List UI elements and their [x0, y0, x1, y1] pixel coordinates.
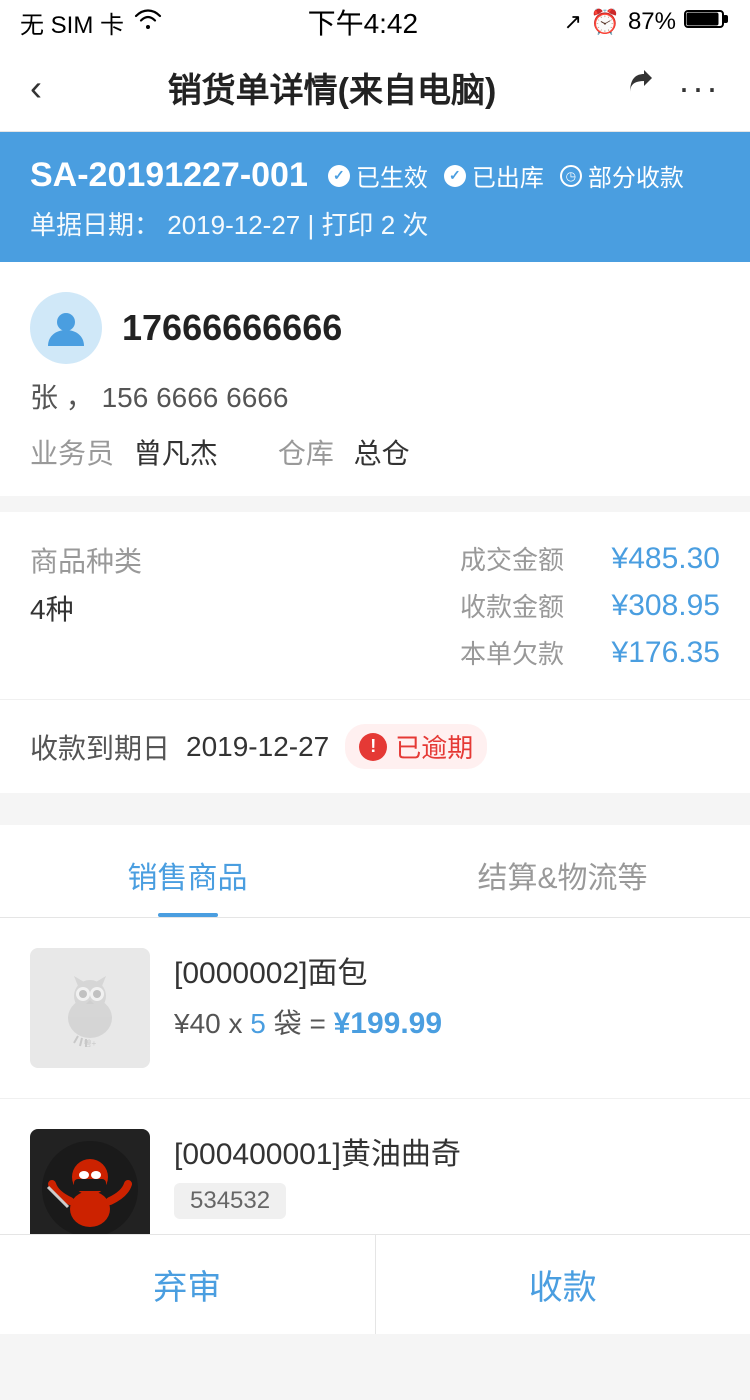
status-badges: ✓ 已生效 ✓ 已出库 ◷ 部分收款: [328, 158, 684, 193]
battery-icon: [684, 8, 730, 37]
nav-right-actions: ···: [622, 67, 720, 109]
product-type-count: 4种: [30, 588, 142, 628]
outbound-check-icon: ✓: [444, 165, 466, 187]
product-sku-badge-2: 534532: [174, 1183, 286, 1219]
svg-text:兽+: 兽+: [84, 1038, 97, 1048]
status-bar: 无 SIM 卡 下午4:42 ↗ ⏰ 87%: [0, 0, 750, 44]
due-date-label: 收款到期日: [30, 727, 170, 767]
summary-left: 商品种类 4种: [30, 540, 142, 628]
partial-payment-badge: ◷ 部分收款: [560, 158, 684, 193]
print-unit-label: 次: [402, 210, 428, 240]
summary-section: 商品种类 4种 成交金额 ¥485.30 收款金额 ¥308.95 本单欠款 ¥…: [0, 512, 750, 699]
product-total-1: ¥199.99: [334, 1007, 442, 1040]
effective-label: 已生效: [356, 158, 428, 193]
summary-right: 成交金额 ¥485.30 收款金额 ¥308.95 本单欠款 ¥176.35: [460, 540, 720, 671]
battery-label: 87%: [628, 8, 676, 36]
tabs-row: 销售商品 结算&物流等: [0, 825, 750, 917]
share-icon[interactable]: [622, 68, 654, 108]
product-qty-1: 5: [250, 1008, 266, 1039]
cancel-audit-button[interactable]: 弃审: [0, 1235, 376, 1334]
overdue-icon: !: [359, 733, 387, 761]
order-date-row: 单据日期： 2019-12-27 | 打印 2 次: [30, 205, 720, 242]
deal-amount-label: 成交金额: [460, 540, 564, 577]
received-amount-label: 收款金额: [460, 587, 564, 624]
partial-payment-clock-icon: ◷: [560, 165, 582, 187]
list-item: 兽+ [0000002]面包 ¥40 x 5 袋 = ¥199.99: [0, 918, 750, 1099]
overdue-badge: ! 已逾期: [345, 724, 487, 769]
outbound-label: 已出库: [472, 158, 544, 193]
effective-badge: ✓ 已生效: [328, 158, 428, 193]
order-id: SA-20191227-001: [30, 156, 308, 195]
more-icon[interactable]: ···: [678, 67, 720, 109]
salesman-value: 曾凡杰: [134, 438, 218, 469]
date-label: 单据日期：: [30, 210, 160, 240]
owed-amount-row: 本单欠款 ¥176.35: [460, 634, 720, 671]
salesman-label: 业务员: [30, 438, 114, 469]
status-time: 下午4:42: [308, 2, 419, 42]
deal-amount-row: 成交金额 ¥485.30: [460, 540, 720, 577]
print-count-value: 2: [381, 210, 395, 240]
carrier-label: 无 SIM 卡: [20, 5, 124, 40]
bottom-bar: 弃审 收款: [0, 1234, 750, 1334]
owed-amount-value: ¥176.35: [580, 636, 720, 670]
product-info-1: [0000002]面包 ¥40 x 5 袋 = ¥199.99: [174, 948, 720, 1042]
product-name-2: [000400001]黄油曲奇: [174, 1129, 720, 1173]
nav-bar: ‹ 销货单详情(来自电脑) ···: [0, 44, 750, 132]
product-thumbnail-2: [30, 1129, 150, 1249]
warehouse-label: 仓库: [278, 438, 334, 469]
order-date: 2019-12-27: [167, 210, 300, 240]
tab-sales-products[interactable]: 销售商品: [0, 825, 375, 917]
divider-2: [0, 793, 750, 809]
tab-settlement-logistics[interactable]: 结算&物流等: [375, 825, 750, 917]
print-label: 打印: [321, 210, 373, 240]
received-amount-row: 收款金额 ¥308.95: [460, 587, 720, 624]
customer-row: 17666666666: [30, 292, 720, 364]
divider-1: [0, 496, 750, 512]
alarm-icon: ⏰: [590, 8, 620, 37]
warehouse-value: 总仓: [354, 438, 410, 469]
customer-phone: 张 ， 156 6666 6666: [30, 376, 720, 416]
location-icon: ↗: [564, 9, 582, 35]
status-right: ↗ ⏰ 87%: [564, 8, 730, 37]
due-date-section: 收款到期日 2019-12-27 ! 已逾期: [0, 699, 750, 793]
page-title: 销货单详情(来自电脑): [168, 63, 497, 112]
customer-section: 17666666666 张 ， 156 6666 6666 业务员 曾凡杰 仓库…: [0, 262, 750, 496]
product-name-1: [0000002]面包: [174, 948, 720, 992]
outbound-badge: ✓ 已出库: [444, 158, 544, 193]
warehouse-info: 仓库 总仓: [278, 432, 410, 472]
wifi-icon: [134, 8, 162, 36]
owed-amount-label: 本单欠款: [460, 634, 564, 671]
customer-id: 17666666666: [122, 307, 342, 349]
partial-payment-label: 部分收款: [588, 158, 684, 193]
effective-check-icon: ✓: [328, 165, 350, 187]
print-separator: |: [307, 210, 321, 240]
due-date-value: 2019-12-27: [186, 731, 329, 763]
product-type-label: 商品种类: [30, 540, 142, 580]
receive-payment-button[interactable]: 收款: [376, 1235, 750, 1334]
product-price-row-1: ¥40 x 5 袋 = ¥199.99: [174, 1002, 720, 1042]
customer-avatar: [30, 292, 102, 364]
tabs-section: 销售商品 结算&物流等: [0, 825, 750, 918]
received-amount-value: ¥308.95: [580, 589, 720, 623]
salesman-info: 业务员 曾凡杰: [30, 432, 218, 472]
deal-amount-value: ¥485.30: [580, 542, 720, 576]
order-header: SA-20191227-001 ✓ 已生效 ✓ 已出库 ◷ 部分收款 单据日期：…: [0, 132, 750, 262]
status-left: 无 SIM 卡: [20, 5, 162, 40]
customer-meta: 业务员 曾凡杰 仓库 总仓: [30, 432, 720, 472]
overdue-text: 已逾期: [395, 728, 473, 765]
back-button[interactable]: ‹: [30, 67, 42, 109]
product-thumbnail-1: 兽+: [30, 948, 150, 1068]
